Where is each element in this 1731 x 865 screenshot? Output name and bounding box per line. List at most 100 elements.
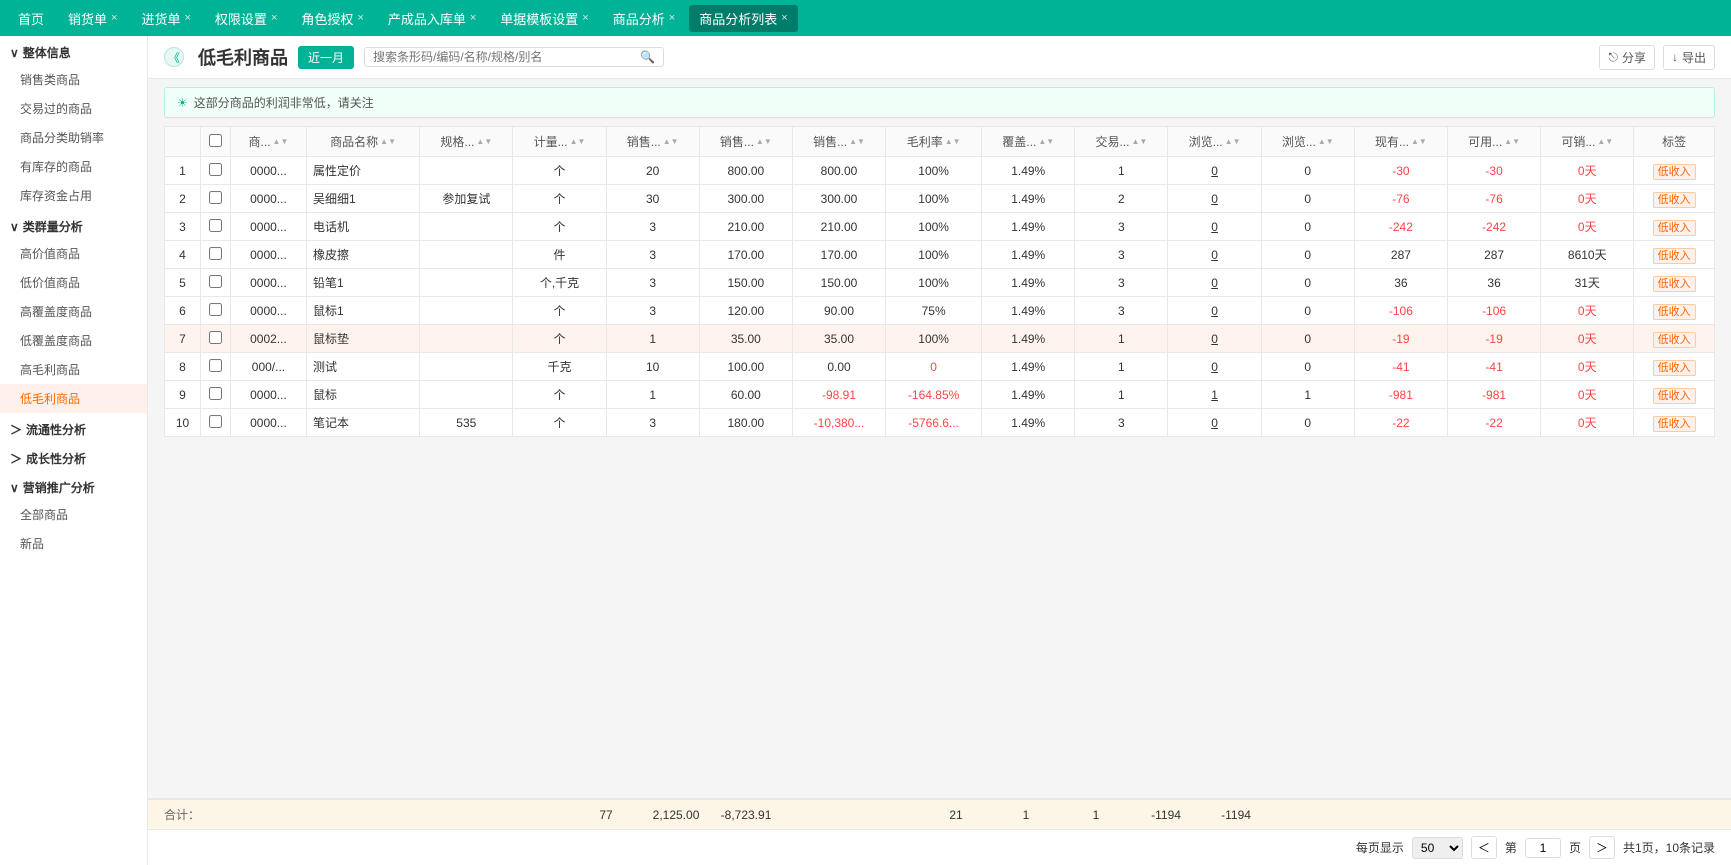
- row-checkbox[interactable]: [209, 359, 222, 372]
- nav-item-permissions[interactable]: 权限设置 ×: [205, 5, 287, 32]
- cell-view2: 0: [1261, 297, 1354, 325]
- th-sales-amount[interactable]: 销售... ▲▼: [792, 127, 885, 157]
- nav-item-product-entry[interactable]: 产成品入库单 ×: [378, 5, 486, 32]
- sidebar-item-stock-capital[interactable]: 库存资金占用: [0, 181, 147, 210]
- cell-view1[interactable]: 0: [1168, 325, 1261, 353]
- sidebar-item-new-goods[interactable]: 新品: [0, 529, 147, 558]
- sidebar-group-growth[interactable]: ＞ 成长性分析: [0, 442, 147, 471]
- sidebar-item-all-goods[interactable]: 全部商品: [0, 500, 147, 529]
- th-available[interactable]: 可用... ▲▼: [1448, 127, 1541, 157]
- nav-item-purchase[interactable]: 进货单 ×: [131, 5, 200, 32]
- cell-view1[interactable]: 0: [1168, 185, 1261, 213]
- cell-name[interactable]: 鼠标垫: [306, 325, 419, 353]
- sidebar-item-high-coverage[interactable]: 高覆盖度商品: [0, 297, 147, 326]
- nav-item-analysis[interactable]: 商品分析 ×: [603, 5, 685, 32]
- page-input[interactable]: [1525, 838, 1561, 858]
- sidebar-group-cluster[interactable]: ∨ 类群量分析: [0, 210, 147, 239]
- th-sales-price[interactable]: 销售... ▲▼: [699, 127, 792, 157]
- cell-current: -19: [1354, 325, 1447, 353]
- cell-name[interactable]: 电话机: [306, 213, 419, 241]
- cell-spec: [420, 157, 513, 185]
- filter-recent-month-btn[interactable]: 近一月: [298, 46, 354, 69]
- cell-sellable: 0天: [1541, 381, 1634, 409]
- th-name[interactable]: 商品名称 ▲▼: [306, 127, 419, 157]
- th-coverage[interactable]: 覆盖... ▲▼: [982, 127, 1075, 157]
- nav-item-roles[interactable]: 角色授权 ×: [291, 5, 373, 32]
- cell-check: [201, 213, 231, 241]
- th-sellable[interactable]: 可销... ▲▼: [1541, 127, 1634, 157]
- cell-name[interactable]: 吴细细1: [306, 185, 419, 213]
- sidebar-item-high-margin[interactable]: 高毛利商品: [0, 355, 147, 384]
- th-code[interactable]: 商... ▲▼: [231, 127, 307, 157]
- nav-item-template[interactable]: 单据模板设置 ×: [490, 5, 598, 32]
- th-sales-qty[interactable]: 销售... ▲▼: [606, 127, 699, 157]
- sidebar-item-sales-goods[interactable]: 销售类商品: [0, 65, 147, 94]
- sidebar-item-category-rate[interactable]: 商品分类助销率: [0, 123, 147, 152]
- sidebar-group-marketing[interactable]: ∨ 营销推广分析: [0, 471, 147, 500]
- cell-name[interactable]: 橡皮擦: [306, 241, 419, 269]
- cell-name[interactable]: 鼠标1: [306, 297, 419, 325]
- sidebar-item-stock-goods[interactable]: 有库存的商品: [0, 152, 147, 181]
- nav-close-sales[interactable]: ×: [111, 12, 117, 24]
- nav-close-purchase[interactable]: ×: [184, 12, 190, 24]
- th-spec[interactable]: 规格... ▲▼: [420, 127, 513, 157]
- sidebar-item-low-margin[interactable]: 低毛利商品: [0, 384, 147, 413]
- cell-view1[interactable]: 1: [1168, 381, 1261, 409]
- select-all-checkbox[interactable]: [209, 134, 222, 147]
- th-unit[interactable]: 计量... ▲▼: [513, 127, 606, 157]
- cell-view1[interactable]: 0: [1168, 297, 1261, 325]
- row-checkbox[interactable]: [209, 163, 222, 176]
- share-btn[interactable]: ⎋ 分享: [1599, 45, 1655, 70]
- row-checkbox[interactable]: [209, 415, 222, 428]
- th-trade[interactable]: 交易... ▲▼: [1075, 127, 1168, 157]
- row-checkbox[interactable]: [209, 387, 222, 400]
- cell-sales-price: 170.00: [699, 241, 792, 269]
- collapse-sidebar-btn[interactable]: 《: [164, 47, 184, 67]
- cell-name[interactable]: 铅笔1: [306, 269, 419, 297]
- cell-num: 1: [165, 157, 201, 185]
- cell-spec: 参加复试: [420, 185, 513, 213]
- cell-name[interactable]: 笔记本: [306, 409, 419, 437]
- sidebar-item-low-value[interactable]: 低价值商品: [0, 268, 147, 297]
- cell-view1[interactable]: 0: [1168, 213, 1261, 241]
- row-checkbox[interactable]: [209, 247, 222, 260]
- sidebar-group-flow[interactable]: ＞ 流通性分析: [0, 413, 147, 442]
- sidebar-item-traded-goods[interactable]: 交易过的商品: [0, 94, 147, 123]
- cell-view1[interactable]: 0: [1168, 157, 1261, 185]
- search-icon[interactable]: 🔍: [640, 50, 655, 64]
- sidebar-item-high-value[interactable]: 高价值商品: [0, 239, 147, 268]
- nav-close-analysis[interactable]: ×: [669, 12, 675, 24]
- nav-close-template[interactable]: ×: [582, 12, 588, 24]
- sidebar-item-low-coverage[interactable]: 低覆盖度商品: [0, 326, 147, 355]
- th-tag[interactable]: 标签: [1634, 127, 1715, 157]
- row-checkbox[interactable]: [209, 303, 222, 316]
- nav-item-analysis-list[interactable]: 商品分析列表 ×: [689, 5, 797, 32]
- nav-item-home[interactable]: 首页: [8, 5, 54, 32]
- row-checkbox[interactable]: [209, 331, 222, 344]
- row-checkbox[interactable]: [209, 219, 222, 232]
- nav-close-roles[interactable]: ×: [357, 12, 363, 24]
- nav-close-product-entry[interactable]: ×: [470, 12, 476, 24]
- nav-close-permissions[interactable]: ×: [271, 12, 277, 24]
- cell-view1[interactable]: 0: [1168, 241, 1261, 269]
- row-checkbox[interactable]: [209, 275, 222, 288]
- prev-page-btn[interactable]: ＜: [1471, 836, 1497, 859]
- sidebar-group-overview[interactable]: ∨ 整体信息: [0, 36, 147, 65]
- cell-view1[interactable]: 0: [1168, 409, 1261, 437]
- next-page-btn[interactable]: ＞: [1589, 836, 1615, 859]
- th-margin[interactable]: 毛利率 ▲▼: [886, 127, 982, 157]
- th-current[interactable]: 现有... ▲▼: [1354, 127, 1447, 157]
- nav-item-sales[interactable]: 销货单 ×: [58, 5, 127, 32]
- export-btn[interactable]: ↓ 导出: [1663, 45, 1715, 70]
- cell-name[interactable]: 鼠标: [306, 381, 419, 409]
- th-view2[interactable]: 浏览... ▲▼: [1261, 127, 1354, 157]
- cell-view1[interactable]: 0: [1168, 269, 1261, 297]
- row-checkbox[interactable]: [209, 191, 222, 204]
- cell-name[interactable]: 测试: [306, 353, 419, 381]
- search-input[interactable]: [373, 50, 640, 64]
- cell-view1[interactable]: 0: [1168, 353, 1261, 381]
- page-size-select[interactable]: 50 100: [1412, 837, 1463, 859]
- nav-close-analysis-list[interactable]: ×: [781, 12, 787, 24]
- cell-name[interactable]: 属性定价: [306, 157, 419, 185]
- th-view1[interactable]: 浏览... ▲▼: [1168, 127, 1261, 157]
